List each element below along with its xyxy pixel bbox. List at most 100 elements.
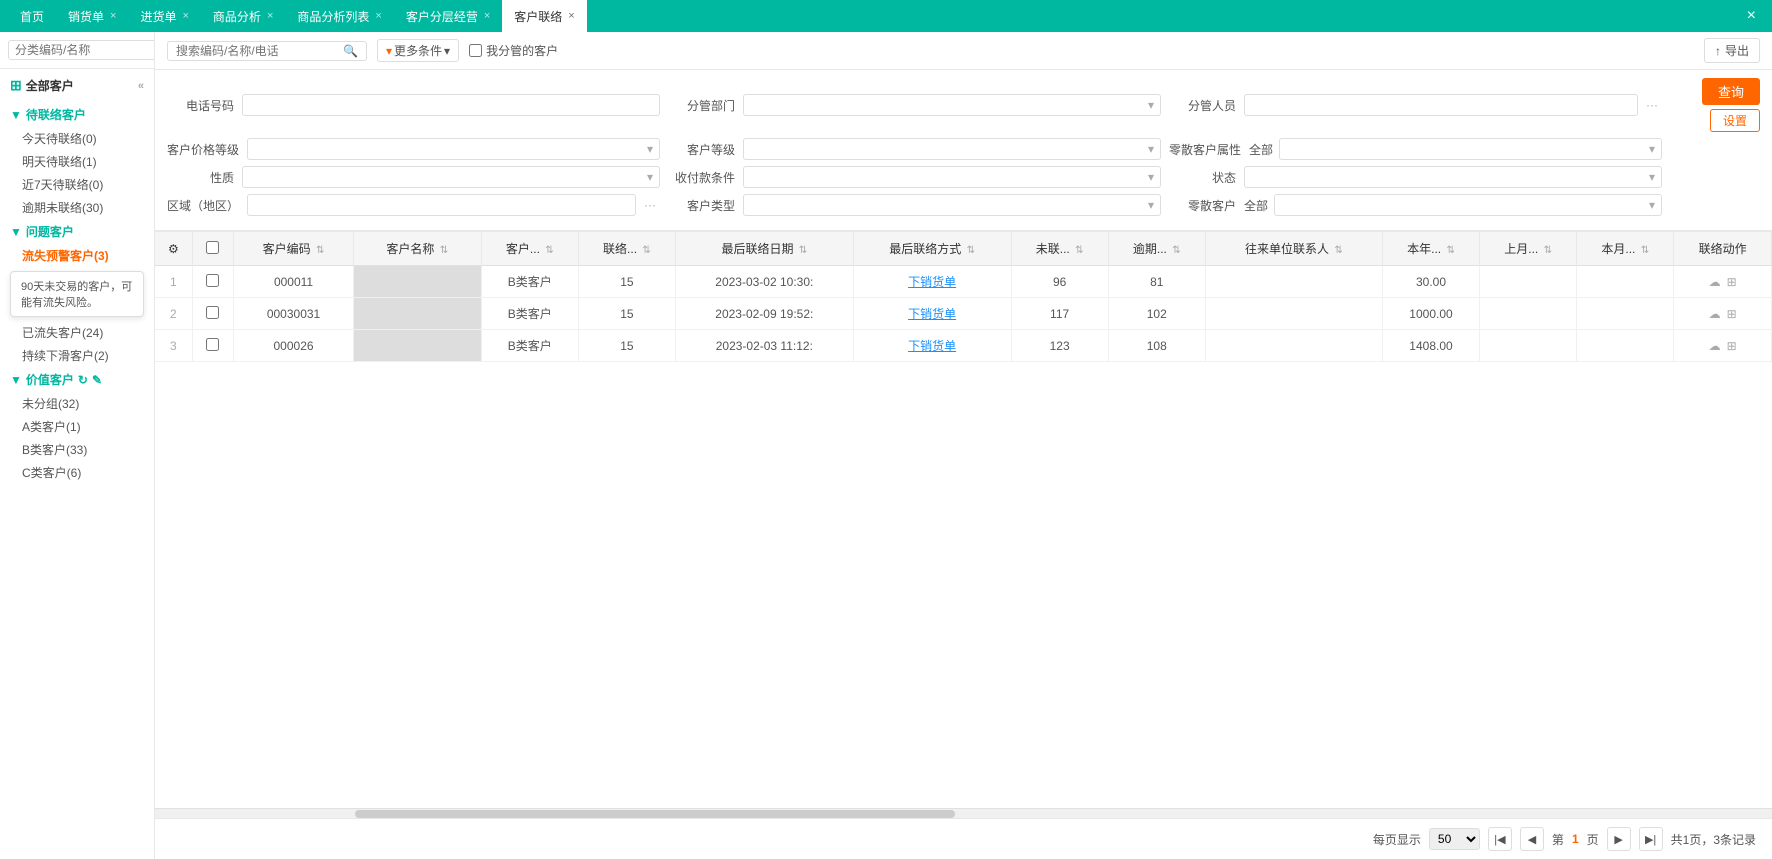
- contact-icon[interactable]: ☁: [1709, 275, 1721, 289]
- close-tab-icon[interactable]: ×: [267, 10, 273, 22]
- sort-icon[interactable]: ⇅: [799, 245, 807, 256]
- cell-last-contact-method[interactable]: 下销货单: [853, 298, 1011, 330]
- tab-product-analysis[interactable]: 商品分析 ×: [201, 0, 285, 32]
- more-action-icon[interactable]: ⊞: [1727, 339, 1737, 353]
- sort-icon[interactable]: ⇅: [545, 245, 553, 256]
- tab-home[interactable]: 首页: [8, 0, 56, 32]
- cell-checkbox[interactable]: [192, 266, 234, 298]
- select-all-checkbox[interactable]: [206, 241, 219, 254]
- my-customers-checkbox[interactable]: [469, 44, 482, 57]
- cell-checkbox[interactable]: [192, 330, 234, 362]
- arrow-icon: ▼: [10, 225, 22, 239]
- cell-contact-person: [1205, 266, 1382, 298]
- table-container: ⚙ 客户编码 ⇅ 客户名称 ⇅ 客户... ⇅: [155, 231, 1772, 808]
- more-icon-manager[interactable]: ···: [1642, 98, 1662, 112]
- window-close-button[interactable]: ×: [1739, 7, 1764, 25]
- sort-icon[interactable]: ⇅: [642, 245, 650, 256]
- sort-icon[interactable]: ⇅: [440, 245, 448, 256]
- close-active-tab-icon[interactable]: ×: [568, 10, 574, 22]
- sidebar-item-ungrouped[interactable]: 未分组(32): [0, 392, 154, 415]
- settings-button[interactable]: 设置: [1710, 109, 1760, 132]
- filter-select-payment[interactable]: ▾: [743, 166, 1161, 188]
- horizontal-scrollbar[interactable]: [155, 808, 1772, 818]
- tab-product-analysis-list[interactable]: 商品分析列表 ×: [285, 0, 393, 32]
- filter-input-region[interactable]: [247, 194, 636, 216]
- cell-rownum: 3: [155, 330, 192, 362]
- next-page-button[interactable]: ▶: [1607, 827, 1631, 851]
- cell-this-year: 1408.00: [1382, 330, 1479, 362]
- close-tab-icon[interactable]: ×: [182, 10, 188, 22]
- row-checkbox[interactable]: [206, 306, 219, 319]
- tab-customer-contact[interactable]: 客户联络 ×: [502, 0, 586, 32]
- query-button[interactable]: 查询: [1702, 78, 1760, 105]
- sidebar-all-customers[interactable]: ⊞ 全部客户 «: [0, 69, 154, 102]
- more-action-icon[interactable]: ⊞: [1727, 275, 1737, 289]
- filter-select-customer-level[interactable]: ▾: [743, 138, 1161, 160]
- sidebar-item-declining[interactable]: 持续下滑客户(2): [0, 344, 154, 367]
- cell-this-year: 30.00: [1382, 266, 1479, 298]
- filter-input-manager[interactable]: [1244, 94, 1638, 116]
- export-button[interactable]: ↑ 导出: [1704, 38, 1760, 63]
- sidebar-item-class-c[interactable]: C类客户(6): [0, 461, 154, 484]
- cell-checkbox[interactable]: [192, 298, 234, 330]
- sort-icon[interactable]: ⇅: [1641, 245, 1649, 256]
- sidebar-section-pending[interactable]: ▼ 待联络客户: [0, 102, 154, 127]
- close-tab-icon[interactable]: ×: [484, 10, 490, 22]
- filter-input-phone[interactable]: [242, 94, 660, 116]
- filter-select-retail-customer[interactable]: ▾: [1274, 194, 1662, 216]
- cell-last-contact-method[interactable]: 下销货单: [853, 266, 1011, 298]
- tab-customer-segmentation[interactable]: 客户分层经营 ×: [394, 0, 502, 32]
- filter-search-input[interactable]: [176, 44, 339, 58]
- sidebar-item-churned[interactable]: 已流失客户(24): [0, 321, 154, 344]
- sidebar-item-churn-warning[interactable]: 流失预警客户(3): [0, 244, 154, 267]
- sidebar-item-overdue[interactable]: 逾期未联络(30): [0, 196, 154, 219]
- last-page-button[interactable]: ▶|: [1639, 827, 1663, 851]
- filter-select-status[interactable]: ▾: [1244, 166, 1662, 188]
- tab-purchase-order[interactable]: 进货单 ×: [128, 0, 200, 32]
- filter-search-icon[interactable]: 🔍: [343, 44, 358, 58]
- cell-uncontacted: 117: [1011, 298, 1108, 330]
- sidebar-item-tomorrow[interactable]: 明天待联络(1): [0, 150, 154, 173]
- th-checkbox[interactable]: [192, 232, 234, 266]
- close-tab-icon[interactable]: ×: [375, 10, 381, 22]
- cell-contact-person: [1205, 330, 1382, 362]
- first-page-button[interactable]: |◀: [1488, 827, 1512, 851]
- sidebar-search-input[interactable]: [8, 40, 155, 60]
- th-settings[interactable]: ⚙: [155, 232, 192, 266]
- contact-icon[interactable]: ☁: [1709, 339, 1721, 353]
- sort-icon[interactable]: ⇅: [967, 245, 975, 256]
- sort-icon[interactable]: ⇅: [1446, 245, 1454, 256]
- more-conditions-button[interactable]: ▾ 更多条件 ▾: [377, 39, 459, 62]
- filter-select-price-level[interactable]: ▾: [247, 138, 660, 160]
- cell-overdue: 81: [1108, 266, 1205, 298]
- filter-select-retail-attr[interactable]: ▾: [1279, 138, 1662, 160]
- sidebar-item-class-a[interactable]: A类客户(1): [0, 415, 154, 438]
- filter-select-nature[interactable]: ▾: [242, 166, 660, 188]
- refresh-icon[interactable]: ↻: [78, 373, 88, 387]
- filter-select-dept[interactable]: ▾: [743, 94, 1161, 116]
- sort-icon[interactable]: ⇅: [1334, 245, 1342, 256]
- tab-sales-order[interactable]: 销货单 ×: [56, 0, 128, 32]
- row-checkbox[interactable]: [206, 274, 219, 287]
- sidebar-section-value[interactable]: ▼ 价值客户 ↻ ✎: [0, 367, 154, 392]
- edit-icon[interactable]: ✎: [92, 373, 102, 387]
- scrollbar-thumb[interactable]: [355, 810, 955, 818]
- sidebar-item-7days[interactable]: 近7天待联络(0): [0, 173, 154, 196]
- cell-last-contact-method[interactable]: 下销货单: [853, 330, 1011, 362]
- sort-icon[interactable]: ⇅: [316, 245, 324, 256]
- more-icon-region[interactable]: ···: [640, 198, 660, 212]
- sort-icon[interactable]: ⇅: [1172, 245, 1180, 256]
- per-page-select[interactable]: 50 100: [1429, 828, 1480, 850]
- row-checkbox[interactable]: [206, 338, 219, 351]
- close-tab-icon[interactable]: ×: [110, 10, 116, 22]
- th-last-month: 上月... ⇅: [1480, 232, 1577, 266]
- filter-select-customer-type[interactable]: ▾: [743, 194, 1161, 216]
- sidebar-item-class-b[interactable]: B类客户(33): [0, 438, 154, 461]
- sort-icon[interactable]: ⇅: [1544, 245, 1552, 256]
- prev-page-button[interactable]: ◀: [1520, 827, 1544, 851]
- more-action-icon[interactable]: ⊞: [1727, 307, 1737, 321]
- contact-icon[interactable]: ☁: [1709, 307, 1721, 321]
- sidebar-section-problem[interactable]: ▼ 问题客户: [0, 219, 154, 244]
- sort-icon[interactable]: ⇅: [1075, 245, 1083, 256]
- sidebar-item-today[interactable]: 今天待联络(0): [0, 127, 154, 150]
